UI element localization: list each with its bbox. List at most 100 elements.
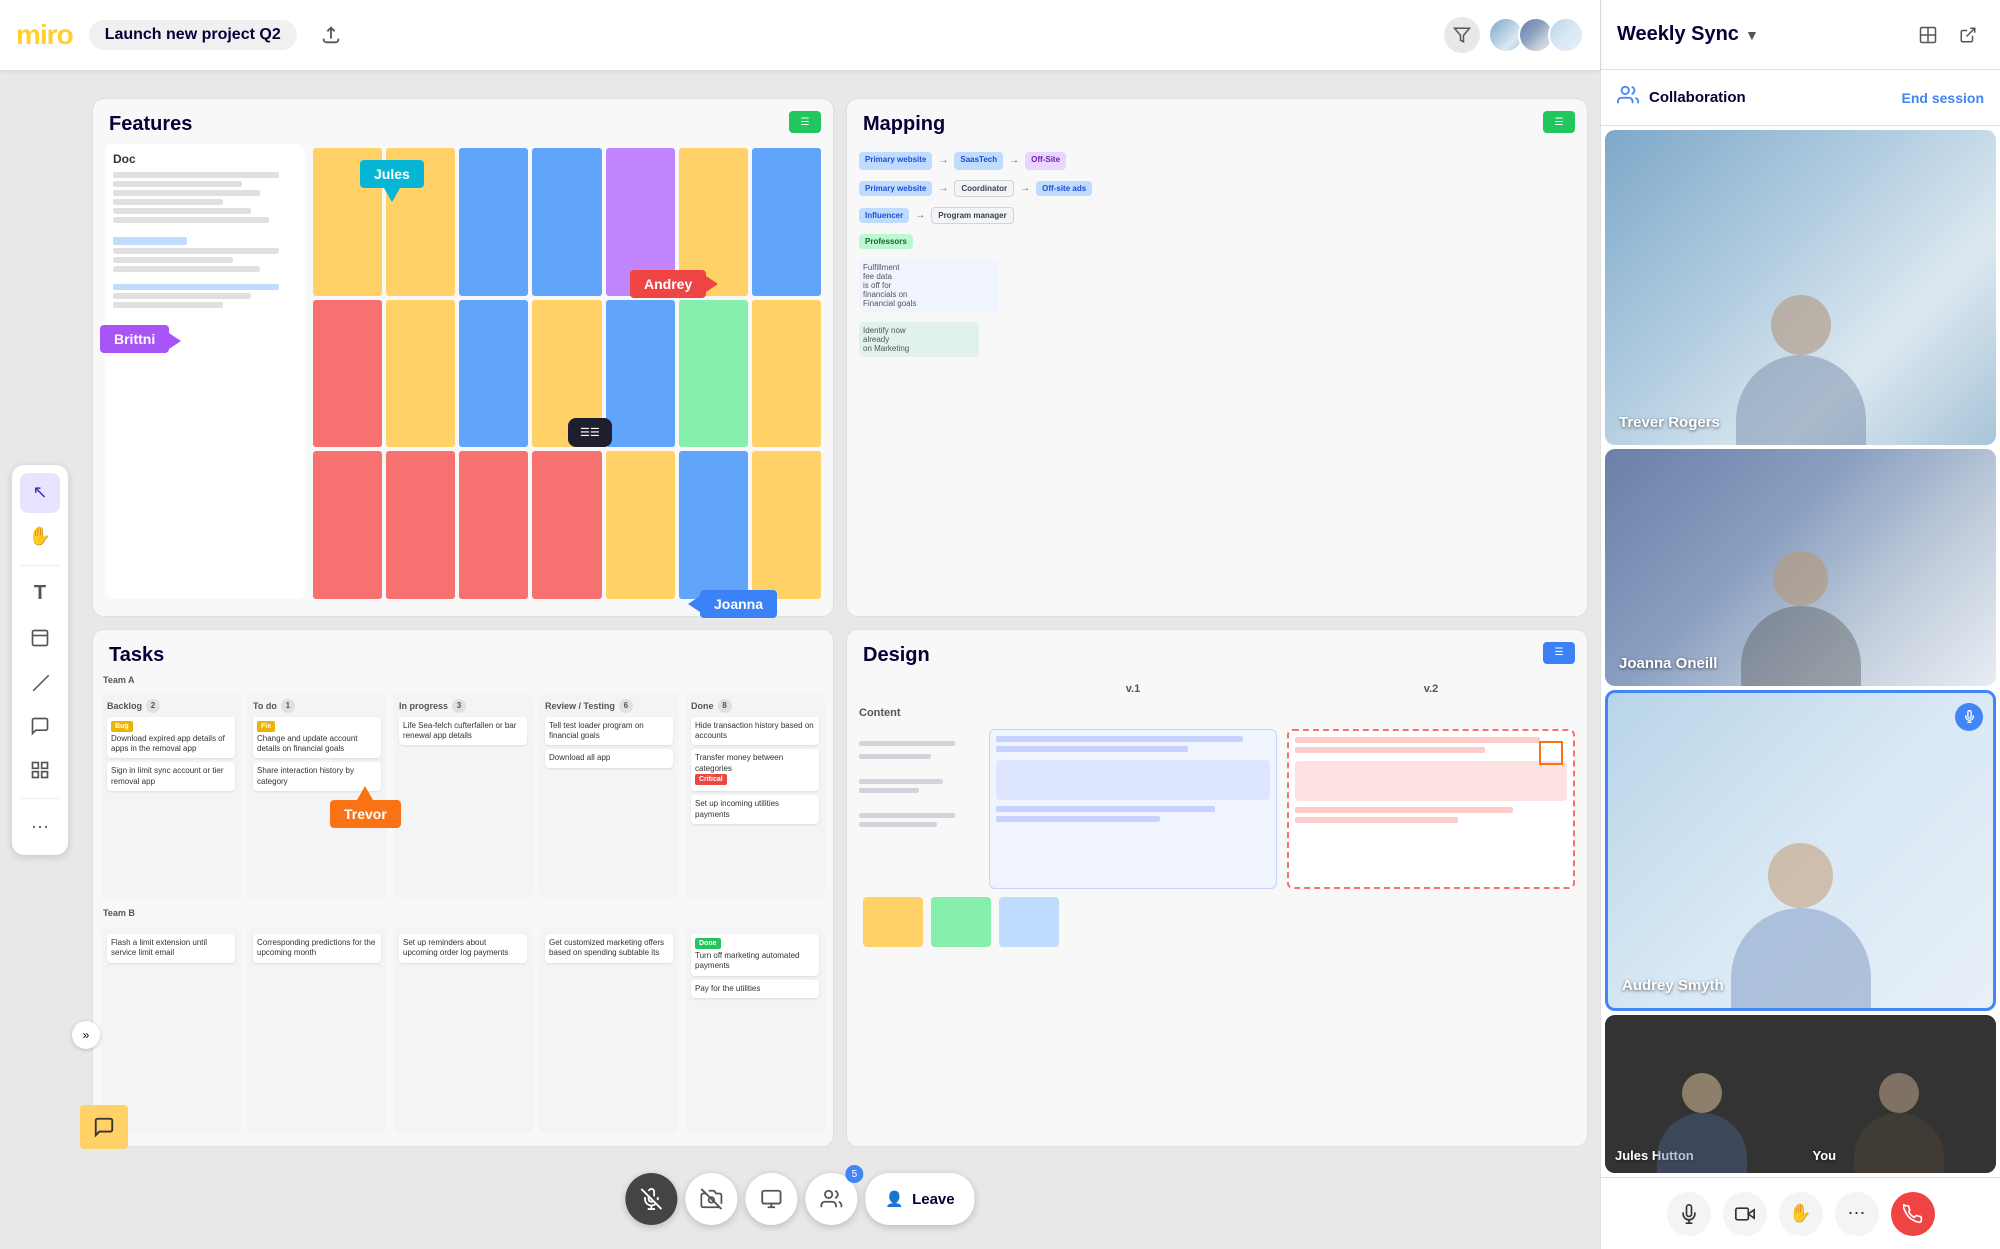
tool-hand[interactable]: ✋ — [20, 517, 60, 557]
tool-sticky[interactable] — [20, 618, 60, 658]
video-tile-you: You — [1803, 1015, 1997, 1173]
kanban-board-b: Flash a limit extension until service li… — [101, 928, 825, 1133]
mapping-menu-btn[interactable]: ☰ — [1543, 111, 1575, 133]
hand-raise-btn[interactable]: ✋ — [1779, 1192, 1823, 1236]
share-button[interactable] — [313, 17, 349, 53]
wf-line — [996, 736, 1243, 742]
col-count: 3 — [452, 699, 466, 713]
tool-frame[interactable] — [20, 750, 60, 790]
kanban-col-review: Review / Testing 6 Tell test loader prog… — [539, 693, 679, 898]
leave-button[interactable]: 👤 Leave — [865, 1173, 974, 1225]
doc-area: Doc — [105, 144, 305, 599]
kanban-card: Fix Change and update account details on… — [253, 717, 381, 759]
tool-comment[interactable] — [20, 706, 60, 746]
meeting-title: Weekly Sync — [1617, 23, 1739, 46]
miro-logo: miro — [16, 19, 73, 51]
wf-line — [996, 816, 1160, 822]
kanban-col-b5: Done Turn off marketing automated paymen… — [685, 928, 825, 1133]
sticky-note — [313, 451, 382, 599]
wf-line — [1295, 807, 1513, 813]
collapse-panel-btn[interactable]: » — [72, 1021, 100, 1049]
sticky-note — [606, 300, 675, 448]
layout-icon-btn[interactable] — [1912, 19, 1944, 51]
avatar-group — [1488, 17, 1584, 53]
header-icons — [1912, 19, 1984, 51]
tool-text[interactable]: T — [20, 574, 60, 614]
chat-bubble-dark: ☰☰ — [568, 418, 612, 447]
screenshare-button[interactable] — [745, 1173, 797, 1225]
features-menu-btn[interactable]: ☰ — [789, 111, 821, 133]
col-label: In progress — [399, 701, 448, 711]
more-options-btn[interactable]: ⋯ — [1835, 1192, 1879, 1236]
camera-button[interactable] — [685, 1173, 737, 1225]
card-text: Life Sea-felch cufterfallen or bar renew… — [403, 721, 523, 742]
video-tile-row-small: Jules Hutton You — [1605, 1015, 1996, 1173]
collab-bar: Collaboration End session — [1601, 70, 2000, 126]
kanban-card: Flash a limit extension until service li… — [107, 934, 235, 963]
sticky-grid — [313, 144, 821, 599]
flow-box: Influencer — [859, 208, 909, 223]
canvas-area: ↖ ✋ T — ··· — [0, 70, 1600, 1249]
person-silhouette — [1741, 295, 1861, 445]
video-grid: Trever Rogers Joanna Oneill Audrey Smyth — [1601, 126, 2000, 1177]
top-bar: miro Launch new project Q2 — [0, 0, 1600, 70]
content-labels — [859, 729, 979, 889]
sticky-note — [679, 451, 748, 599]
col-header-inprogress: In progress 3 — [399, 699, 527, 713]
v2-label: v.2 — [1287, 683, 1575, 719]
right-panel: Weekly Sync ▼ Collaboration End s — [1600, 0, 2000, 1249]
external-icon-btn[interactable] — [1952, 19, 1984, 51]
card-text: Change and update account details on fin… — [257, 734, 377, 755]
design-stickies — [859, 897, 1575, 947]
wf-line — [1295, 747, 1485, 753]
tool-select[interactable]: ↖ — [20, 473, 60, 513]
wf-block — [996, 760, 1270, 800]
col-header-backlog: Backlog 2 — [107, 699, 235, 713]
doc-title: Doc — [113, 152, 297, 166]
kanban-col-b3: Set up reminders about upcoming order lo… — [393, 928, 533, 1133]
leave-icon: 👤 — [885, 1190, 904, 1208]
team-a-label: Team A — [101, 675, 825, 685]
meeting-dropdown[interactable]: ▼ — [1745, 27, 1759, 43]
tool-line[interactable]: — — [12, 653, 69, 710]
sticky-note — [752, 300, 821, 448]
project-title[interactable]: Launch new project Q2 — [89, 20, 297, 50]
chat-sticky[interactable] — [80, 1105, 128, 1149]
camera-control-btn[interactable] — [1723, 1192, 1767, 1236]
sticky-note — [606, 451, 675, 599]
flow-box: Off-Site — [1025, 152, 1066, 170]
flow-box: Primary website — [859, 181, 932, 196]
col-label: Backlog — [107, 701, 142, 711]
card-text: Share interaction history by category — [257, 766, 377, 787]
design-section: Design ☰ Content v.1 v.2 — [846, 629, 1588, 1148]
end-call-button[interactable] — [1891, 1192, 1935, 1236]
mapping-section: Mapping ☰ Primary website → SaasTech → O… — [846, 98, 1588, 617]
top-bar-right — [1444, 17, 1584, 53]
design-layout: Content v.1 v.2 — [859, 683, 1575, 889]
doc-line — [113, 248, 279, 254]
filter-button[interactable] — [1444, 17, 1480, 53]
kanban-card: Set up incoming utilities payments — [691, 795, 819, 824]
end-session-button[interactable]: End session — [1902, 90, 1984, 106]
col-header-review: Review / Testing 6 — [545, 699, 673, 713]
participants-button[interactable]: 5 — [805, 1173, 857, 1225]
mic-control-btn[interactable] — [1667, 1192, 1711, 1236]
right-panel-header: Weekly Sync ▼ — [1601, 0, 2000, 70]
v1-label: v.1 — [989, 683, 1277, 719]
kanban-col-b1: Flash a limit extension until service li… — [101, 928, 241, 1133]
cursor-brittni: Brittni — [100, 325, 169, 353]
tool-more[interactable]: ··· — [20, 807, 60, 847]
video-tile-joanna: Joanna Oneill — [1605, 449, 1996, 686]
kanban-col-done: Done 8 Hide transaction history based on… — [685, 693, 825, 898]
card-text: Sign in limit sync account or tier remov… — [111, 766, 231, 787]
board: Features ☰ Doc — [80, 86, 1600, 1159]
mute-mic-button[interactable] — [625, 1173, 677, 1225]
sticky-note — [459, 300, 528, 448]
col-label: Review / Testing — [545, 701, 615, 711]
annotation-circle — [1539, 741, 1563, 765]
doc-line — [113, 208, 251, 214]
design-menu-btn[interactable]: ☰ — [1543, 642, 1575, 664]
kanban-card: Set up reminders about upcoming order lo… — [399, 934, 527, 963]
card-text: Transfer money between categories — [695, 753, 815, 774]
sticky-note — [386, 300, 455, 448]
